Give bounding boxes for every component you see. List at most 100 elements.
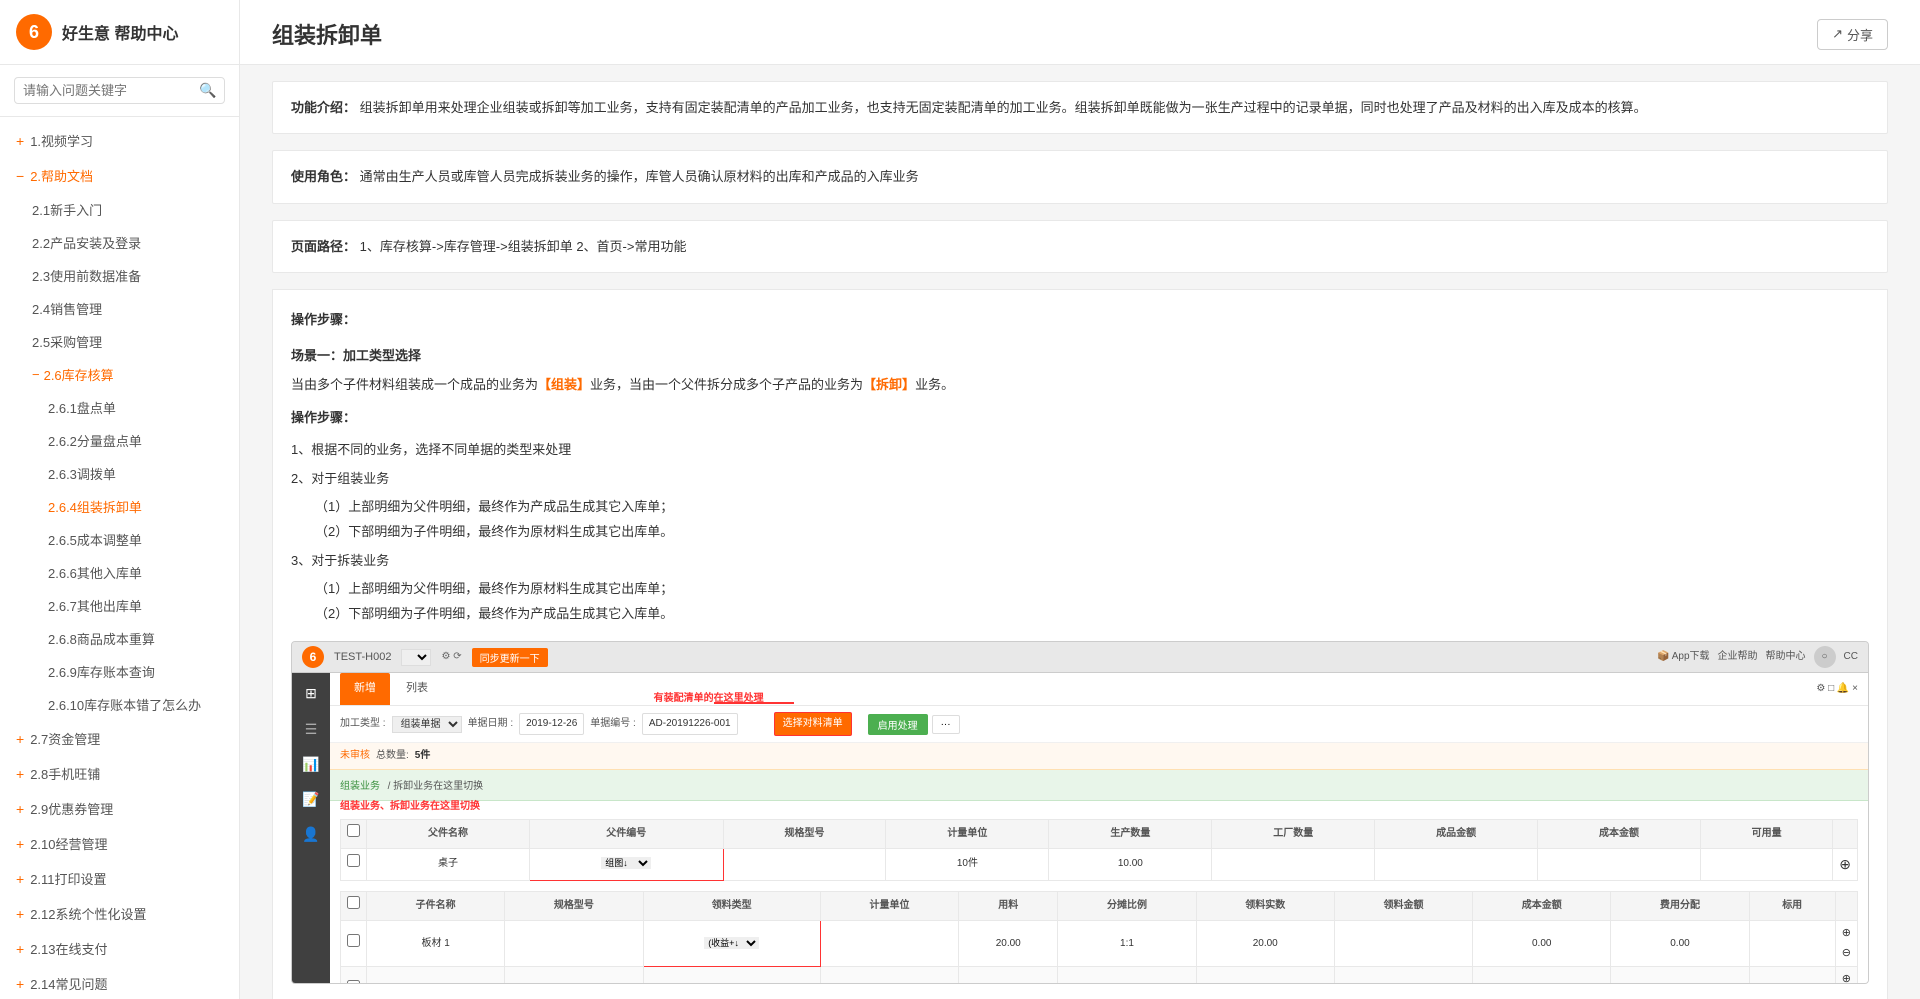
annotation-arrow-1 <box>714 702 794 704</box>
sidebar-item-assembly[interactable]: 2.6.4组装拆卸单 <box>0 490 239 523</box>
cell-b-spec-2 <box>505 967 643 984</box>
share-icon: ↗ <box>1832 26 1843 42</box>
sidebar-item-label: 2.6.6其他入库单 <box>48 563 142 582</box>
plus-icon: + <box>16 941 24 957</box>
col-parent-code: 父件编号 <box>529 819 723 848</box>
role-label: 使用角色： <box>291 169 356 184</box>
sidebar-item-label: 2.6.4组装拆卸单 <box>48 497 142 516</box>
bom-btn[interactable]: 选择对料清单 <box>774 712 852 736</box>
cell-b-action-2[interactable]: ⊕ ⊖ <box>1835 967 1857 984</box>
col-b-std: 标用 <box>1749 891 1835 920</box>
table-row: 桌子 组图↓ 10件 10.00 <box>341 848 1858 880</box>
sidebar-item-stockcount[interactable]: 2.6.1盘点单 <box>0 391 239 424</box>
process-btn[interactable]: 启用处理 <box>868 714 928 735</box>
status-row: 未审核 总数量: 5件 启用处理 <box>330 743 1868 770</box>
sidebar-item-install[interactable]: 2.2产品安装及登录 <box>0 226 239 259</box>
cell-b-usage-2: 20.00 <box>959 967 1058 984</box>
col-b-mat-amt: 领料金额 <box>1334 891 1472 920</box>
col-b-spec: 规格型号 <box>505 891 643 920</box>
app-store-select[interactable] <box>401 649 431 666</box>
sidebar-item-new[interactable]: 2.1新手入门 <box>0 193 239 226</box>
sidebar-item-faq[interactable]: + 2.14常见问题 <box>0 966 239 999</box>
cell-b-cost-1: 0.00 <box>1473 920 1611 967</box>
assembly-type-select[interactable]: 组图↓ <box>601 857 651 869</box>
screenshot-container: 6 TEST-H002 ⚙ ⟳ 同步更新一下 📦 App下载 企业帮助 帮助中心… <box>291 641 1869 984</box>
col-b-ratio: 分摊比例 <box>1058 891 1196 920</box>
sidebar-item-stockcheck[interactable]: 2.6.9库存账本查询 <box>0 655 239 688</box>
share-button[interactable]: ↗ 分享 <box>1817 19 1888 50</box>
cell-product-amt <box>1375 848 1538 880</box>
row-checkbox-1[interactable] <box>347 934 360 947</box>
sidebar-item-adjust[interactable]: 2.6.3调拨单 <box>0 457 239 490</box>
sidebar-item-operation[interactable]: + 2.10经营管理 <box>0 826 239 861</box>
sidebar-item-payment[interactable]: + 2.13在线支付 <box>0 931 239 966</box>
topbar-help: 企业帮助 <box>1718 648 1758 666</box>
step2: 2、对于组装业务 <box>291 467 1869 490</box>
col-product-amt: 成品金额 <box>1375 819 1538 848</box>
cell-b-matamt-1 <box>1334 920 1472 967</box>
plus-icon: + <box>16 906 24 922</box>
sidebar-item-label: 2.帮助文档 <box>30 166 93 185</box>
search-input[interactable] <box>23 83 199 98</box>
sidebar-item-costadj[interactable]: 2.6.5成本调整单 <box>0 523 239 556</box>
sidebar-item-outother[interactable]: 2.6.7其他出库单 <box>0 589 239 622</box>
select-all-bottom[interactable] <box>347 896 360 909</box>
nav-icon-5: 👤 <box>302 822 319 847</box>
sidebar-item-mobile[interactable]: + 2.8手机旺铺 <box>0 756 239 791</box>
tab-new[interactable]: 新增 <box>340 673 390 705</box>
col-checkbox <box>341 819 367 848</box>
sidebar-item-personalize[interactable]: + 2.12系统个性化设置 <box>0 896 239 931</box>
table-row: 板材 1 (收益+↓ 20.00 <box>341 920 1858 967</box>
sidebar-item-prepare[interactable]: 2.3使用前数据准备 <box>0 259 239 292</box>
search-icon[interactable]: 🔍 <box>199 82 216 99</box>
sidebar-item-coupon[interactable]: + 2.9优惠券管理 <box>0 791 239 826</box>
step3b: （2）下部明细为子件明细，最终作为产成品生成其它入库单。 <box>315 602 1869 625</box>
topbar-cc: CC <box>1844 648 1858 666</box>
app-topbar-id: TEST-H002 <box>334 648 391 668</box>
sidebar-item-label: 2.1新手入门 <box>32 200 102 219</box>
search-wrap[interactable]: 🔍 <box>14 77 225 104</box>
sidebar-item-label: 2.6.2分量盘点单 <box>48 431 142 450</box>
tab-list[interactable]: 列表 <box>392 673 442 705</box>
sidebar-item-money[interactable]: + 2.7资金管理 <box>0 721 239 756</box>
sidebar-item-partialcount[interactable]: 2.6.2分量盘点单 <box>0 424 239 457</box>
cell-b-expense-1: 0.00 <box>1611 920 1749 967</box>
col-unit: 计量单位 <box>886 819 1049 848</box>
app-topbar-links: 📦 App下载 企业帮助 帮助中心 ○ CC <box>1657 646 1858 668</box>
sidebar-item-label: 2.11打印设置 <box>30 869 106 888</box>
row-checkbox[interactable] <box>347 854 360 867</box>
sidebar-item-goodscost[interactable]: 2.6.8商品成本重算 <box>0 622 239 655</box>
select-all-top[interactable] <box>347 824 360 837</box>
sidebar-item-stockerror[interactable]: 2.6.10库存账本错了怎么办 <box>0 688 239 721</box>
sidebar-item-label: 2.3使用前数据准备 <box>32 266 141 285</box>
material-type-select-1[interactable]: (收益+↓ <box>704 937 759 949</box>
col-qty: 生产数量 <box>1049 819 1212 848</box>
col-action <box>1833 819 1858 848</box>
cell-parent-name: 桌子 <box>367 848 530 880</box>
sidebar-item-label: 2.12系统个性化设置 <box>30 904 146 923</box>
cell-action: ⊕ <box>1833 848 1858 880</box>
sidebar-item-print[interactable]: + 2.11打印设置 <box>0 861 239 896</box>
extra-btn[interactable]: ··· <box>932 715 960 734</box>
nav-icon-2: ☰ <box>305 717 318 742</box>
sidebar-item-sales[interactable]: 2.4销售管理 <box>0 292 239 325</box>
cell-b-actual-1: 20.00 <box>1196 920 1334 967</box>
sync-button[interactable]: 同步更新一下 <box>472 648 548 667</box>
type-select[interactable]: 组装单据 拆卸单据 <box>392 716 462 733</box>
bottom-table: 子件名称 规格型号 领料类型 计量单位 用料 分摊比例 领料实数 领料金额 成本 <box>340 891 1858 984</box>
table-row: 板材 2 20.00 1:1 20.00 0.00 <box>341 967 1858 984</box>
date-value: 2019-12-26 <box>519 713 584 735</box>
sidebar-item-docs[interactable]: − 2.帮助文档 <box>0 158 239 193</box>
top-table-area: 父件名称 父件编号 规格型号 计量单位 生产数量 工厂数量 成品金额 成本金额 <box>330 819 1868 885</box>
bottom-table-area: 子件名称 规格型号 领料类型 计量单位 用料 分摊比例 领料实数 领料金额 成本 <box>330 891 1868 984</box>
logo-icon: 6 <box>16 14 52 50</box>
sidebar-item-label: 2.9优惠券管理 <box>30 799 113 818</box>
sidebar-item-inventory[interactable]: − 2.6库存核算 <box>0 358 239 391</box>
sidebar-item-purchase[interactable]: 2.5采购管理 <box>0 325 239 358</box>
cell-b-action-1[interactable]: ⊕ ⊖ <box>1835 920 1857 967</box>
topbar-helpcenter: 帮助中心 <box>1766 648 1806 666</box>
sidebar-item-inother[interactable]: 2.6.6其他入库单 <box>0 556 239 589</box>
sidebar-item-video[interactable]: + 1.视频学习 <box>0 123 239 158</box>
row-checkbox-2[interactable] <box>347 980 360 983</box>
cell-b-usage-1: 20.00 <box>959 920 1058 967</box>
